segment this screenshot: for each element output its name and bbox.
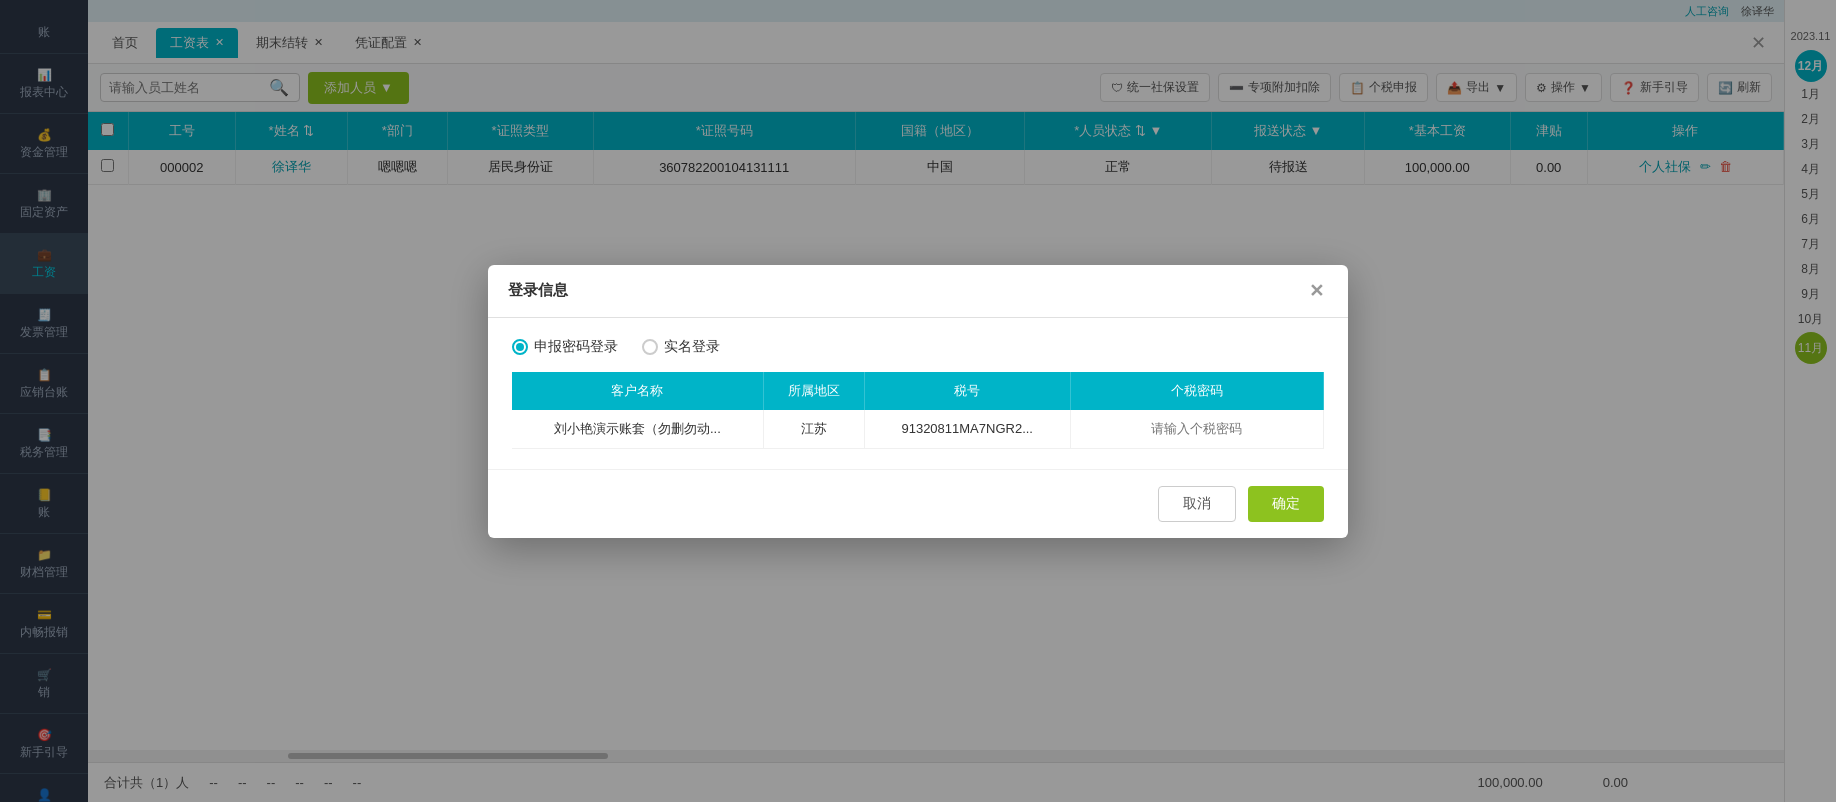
region-cell: 江苏 <box>763 410 864 449</box>
tax-no-cell: 91320811MA7NGR2... <box>864 410 1070 449</box>
radio-password-circle <box>512 339 528 355</box>
modal-header: 登录信息 ✕ <box>488 265 1348 318</box>
col-region: 所属地区 <box>763 372 864 410</box>
col-tax-no: 税号 <box>864 372 1070 410</box>
client-name-cell: 刘小艳演示账套（勿删勿动... <box>512 410 763 449</box>
confirm-button[interactable]: 确定 <box>1248 486 1324 522</box>
login-info-modal: 登录信息 ✕ 申报密码登录 实名登录 客户名称 所属地区 <box>488 265 1348 538</box>
radio-realname-login[interactable]: 实名登录 <box>642 338 720 356</box>
cancel-button[interactable]: 取消 <box>1158 486 1236 522</box>
radio-password-login[interactable]: 申报密码登录 <box>512 338 618 356</box>
modal-title: 登录信息 <box>508 281 568 300</box>
password-input[interactable] <box>1083 421 1312 436</box>
modal-table-row: 刘小艳演示账套（勿删勿动... 江苏 91320811MA7NGR2... <box>512 410 1324 449</box>
radio-group: 申报密码登录 实名登录 <box>512 338 1324 356</box>
modal-body: 申报密码登录 实名登录 客户名称 所属地区 税号 个税密码 <box>488 318 1348 469</box>
radio-realname-circle <box>642 339 658 355</box>
login-table: 客户名称 所属地区 税号 个税密码 刘小艳演示账套（勿删勿动... 江苏 913… <box>512 372 1324 449</box>
password-cell[interactable] <box>1070 410 1324 449</box>
modal-footer: 取消 确定 <box>488 469 1348 538</box>
col-client-name: 客户名称 <box>512 372 763 410</box>
modal-close-btn[interactable]: ✕ <box>1304 279 1328 303</box>
col-password: 个税密码 <box>1070 372 1324 410</box>
modal-overlay: 登录信息 ✕ 申报密码登录 实名登录 客户名称 所属地区 <box>0 0 1836 802</box>
